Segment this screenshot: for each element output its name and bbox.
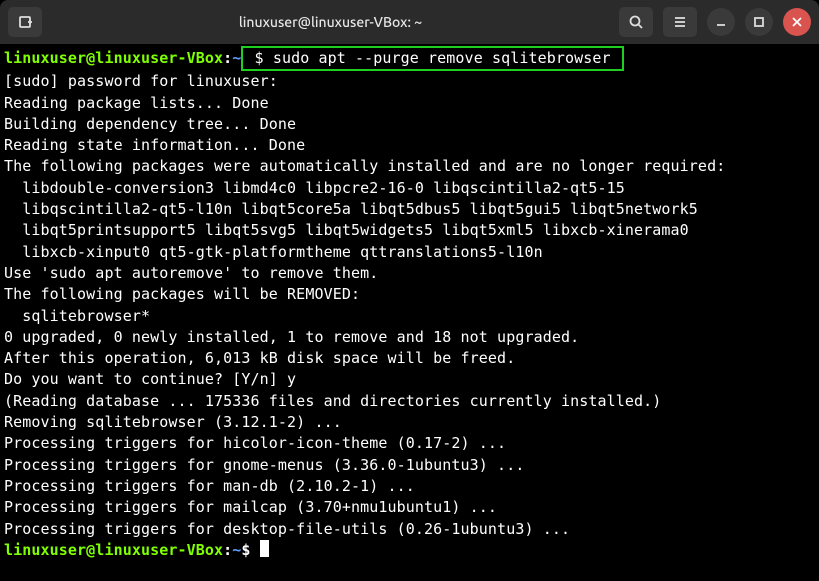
maximize-button[interactable] — [745, 8, 773, 36]
output-line: Reading package lists... Done — [4, 93, 815, 114]
search-button[interactable] — [619, 7, 653, 37]
terminal-cursor — [260, 540, 269, 557]
output-line: Processing triggers for man-db (2.10.2-1… — [4, 476, 815, 497]
output-line: (Reading database ... 175336 files and d… — [4, 391, 815, 412]
new-tab-icon — [17, 14, 33, 30]
output-line: libqt5printsupport5 libqt5svg5 libqt5wid… — [4, 220, 815, 241]
close-button[interactable] — [783, 8, 811, 36]
maximize-icon — [751, 14, 767, 30]
output-line: Do you want to continue? [Y/n] y — [4, 369, 815, 390]
output-line: Processing triggers for desktop-file-uti… — [4, 519, 815, 540]
output-line: 0 upgraded, 0 newly installed, 1 to remo… — [4, 327, 815, 348]
prompt-path: ~ — [232, 49, 241, 67]
output-line: sqlitebrowser* — [4, 306, 815, 327]
output-line: Building dependency tree... Done — [4, 114, 815, 135]
window-titlebar: linuxuser@linuxuser-VBox: ~ — [0, 0, 819, 44]
prompt-line-1: linuxuser@linuxuser-VBox:~ $ sudo apt --… — [4, 46, 815, 71]
prompt-user: linuxuser@linuxuser-VBox — [4, 49, 223, 67]
output-line: Use 'sudo apt autoremove' to remove them… — [4, 263, 815, 284]
minimize-button[interactable] — [707, 8, 735, 36]
menu-button[interactable] — [663, 7, 697, 37]
window-title: linuxuser@linuxuser-VBox: ~ — [48, 14, 613, 30]
minimize-icon — [713, 14, 729, 30]
terminal-output[interactable]: linuxuser@linuxuser-VBox:~ $ sudo apt --… — [0, 44, 819, 563]
output-line: The following packages will be REMOVED: — [4, 284, 815, 305]
output-line: Reading state information... Done — [4, 135, 815, 156]
new-tab-button[interactable] — [8, 7, 42, 37]
output-line: Processing triggers for gnome-menus (3.3… — [4, 455, 815, 476]
output-line: libxcb-xinput0 qt5-gtk-platformtheme qtt… — [4, 242, 815, 263]
output-line: The following packages were automaticall… — [4, 156, 815, 177]
highlighted-command: $ sudo apt --purge remove sqlitebrowser — [241, 46, 623, 71]
output-line: Processing triggers for mailcap (3.70+nm… — [4, 497, 815, 518]
prompt-dollar: $ — [241, 541, 250, 559]
output-line: Removing sqlitebrowser (3.12.1-2) ... — [4, 412, 815, 433]
output-line: After this operation, 6,013 kB disk spac… — [4, 348, 815, 369]
output-line: Processing triggers for hicolor-icon-the… — [4, 433, 815, 454]
prompt-user: linuxuser@linuxuser-VBox — [4, 541, 223, 559]
hamburger-icon — [672, 14, 688, 30]
search-icon — [628, 14, 644, 30]
prompt-colon: : — [223, 49, 232, 67]
output-line: [sudo] password for linuxuser: — [4, 71, 815, 92]
output-line: libdouble-conversion3 libmd4c0 libpcre2-… — [4, 178, 815, 199]
output-line: libqscintilla2-qt5-l10n libqt5core5a lib… — [4, 199, 815, 220]
close-icon — [789, 14, 805, 30]
prompt-line-2: linuxuser@linuxuser-VBox:~$ — [4, 540, 815, 561]
prompt-colon: : — [223, 541, 232, 559]
